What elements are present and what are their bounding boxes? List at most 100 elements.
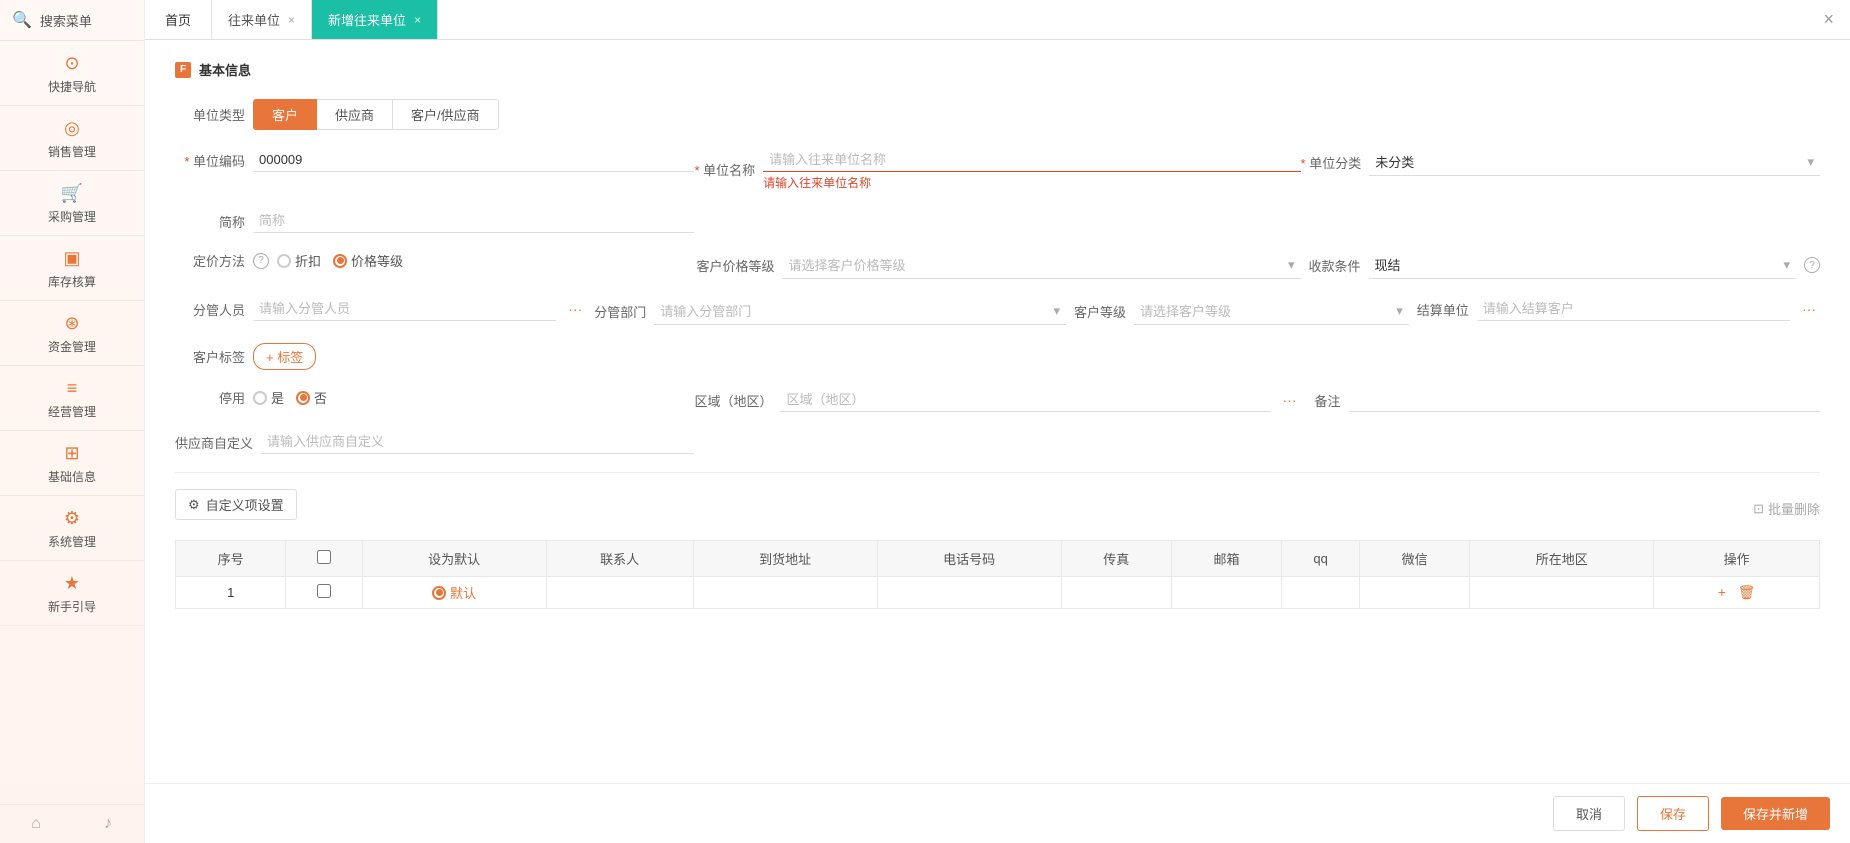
region-input[interactable]	[780, 388, 1270, 412]
th-fax: 传真	[1061, 541, 1171, 577]
save-button[interactable]: 保存	[1637, 796, 1709, 831]
tag-field: 客户标签 + 标签	[175, 343, 1820, 370]
short-name-input[interactable]	[253, 209, 694, 233]
sidebar-search[interactable]: 🔍 搜索菜单	[0, 0, 144, 41]
window-close-button[interactable]: ×	[1807, 9, 1850, 30]
radio-disable-no[interactable]: 否	[296, 388, 327, 407]
supplier-custom-label: 供应商自定义	[175, 433, 253, 452]
td-region	[1470, 577, 1654, 609]
sidebar-item-label: 采购管理	[48, 208, 96, 225]
dept-placeholder: 请输入分管部门	[660, 301, 751, 320]
radio-disable-yes-label: 是	[271, 388, 284, 407]
contacts-table: 序号 设为默认 联系人 到货地址 电话号码 传真 邮箱 qq 微信 所在地区 操…	[175, 540, 1820, 609]
section-title: F 基本信息	[175, 60, 1820, 79]
sidebar-bottom: ⌂ ♪	[0, 804, 144, 843]
td-contact	[546, 577, 693, 609]
type-btn-supplier[interactable]: 供应商	[317, 99, 393, 130]
add-tag-button[interactable]: + 标签	[253, 343, 316, 370]
radio-discount[interactable]: 折扣	[277, 251, 321, 270]
unit-name-input[interactable]	[763, 148, 1300, 172]
pricing-method-label: 定价方法	[175, 251, 245, 270]
sidebar-item-purchase[interactable]: 🛒 采购管理	[0, 171, 144, 236]
remark-label: 备注	[1301, 391, 1341, 410]
payment-condition-select[interactable]: 现结 ▾	[1369, 251, 1796, 279]
sidebar-item-inventory[interactable]: ▣ 库存核算	[0, 236, 144, 301]
customer-level-field: 客户等级 请选择客户等级 ▾	[1066, 297, 1409, 325]
pricing-help-icon[interactable]: ?	[253, 253, 269, 269]
customer-price-level-placeholder: 请选择客户价格等级	[788, 255, 905, 274]
radio-disable-yes[interactable]: 是	[253, 388, 284, 407]
sidebar-item-new-guide[interactable]: ★ 新手引导	[0, 561, 144, 626]
dept-select[interactable]: 请输入分管部门 ▾	[654, 297, 1066, 325]
main-area: 首页 往来单位 × 新增往来单位 × × F 基本信息 单位类型 客户 供应商	[145, 0, 1850, 843]
row-delete-btn[interactable]: 🗑	[1734, 584, 1760, 600]
th-qq: qq	[1282, 541, 1360, 577]
default-radio[interactable]: 默认	[369, 583, 540, 602]
table-select-all[interactable]	[317, 550, 331, 564]
sidebar-item-system[interactable]: ⚙ 系统管理	[0, 496, 144, 561]
payment-help-icon[interactable]: ?	[1804, 257, 1820, 273]
settlement-more-btn[interactable]: ···	[1798, 301, 1820, 317]
sidebar: 🔍 搜索菜单 ⊙ 快捷导航 ◎ 销售管理 🛒 采购管理 ▣ 库存核算 ⊛ 资金管…	[0, 0, 145, 843]
radio-price-level[interactable]: 价格等级	[333, 251, 403, 270]
sidebar-bottom-user[interactable]: ♪	[72, 805, 144, 843]
base-info-icon: ⊞	[64, 443, 79, 464]
manager-row: 分管人员 ··· 分管部门 请输入分管部门 ▾ 客户等级 请选择客户等级 ▾ 结…	[175, 297, 1820, 325]
sales-icon: ◎	[64, 118, 80, 139]
settlement-input[interactable]	[1477, 297, 1790, 321]
tab-partners-close[interactable]: ×	[288, 13, 295, 27]
customer-price-level-select[interactable]: 请选择客户价格等级 ▾	[782, 251, 1300, 279]
cancel-button[interactable]: 取消	[1553, 796, 1625, 831]
unit-code-input[interactable]	[253, 148, 694, 172]
tab-partners-label: 往来单位	[228, 10, 280, 29]
finance-icon: ⊛	[64, 313, 79, 334]
unit-type-label: 单位类型	[175, 105, 245, 124]
sidebar-item-operations[interactable]: ≡ 经营管理	[0, 366, 144, 431]
disable-row: 停用 是 否 区域（地区） ··· 备注	[175, 388, 1820, 412]
short-name-label: 简称	[175, 212, 245, 231]
td-qq	[1282, 577, 1360, 609]
unit-category-arrow: ▾	[1807, 154, 1814, 170]
sidebar-bottom-home[interactable]: ⌂	[0, 805, 72, 843]
sidebar-item-sales[interactable]: ◎ 销售管理	[0, 106, 144, 171]
region-more-btn[interactable]: ···	[1279, 392, 1301, 408]
sidebar-item-finance[interactable]: ⊛ 资金管理	[0, 301, 144, 366]
remark-field: 备注	[1301, 388, 1820, 412]
table-row: 1 默认	[176, 577, 1820, 609]
manager-input[interactable]	[253, 297, 556, 321]
type-buttons: 客户 供应商 客户/供应商	[253, 99, 499, 130]
td-address	[693, 577, 877, 609]
td-phone	[877, 577, 1061, 609]
gear-icon: ⚙	[188, 497, 200, 513]
sidebar-item-label: 经营管理	[48, 403, 96, 420]
unit-category-select[interactable]: 未分类 ▾	[1369, 148, 1820, 176]
payment-condition-label: 收款条件	[1301, 256, 1361, 275]
manager-more-btn[interactable]: ···	[564, 301, 586, 317]
settlement-field: 结算单位 ···	[1409, 297, 1820, 321]
th-contact: 联系人	[546, 541, 693, 577]
sidebar-item-base-info[interactable]: ⊞ 基础信息	[0, 431, 144, 496]
sidebar-item-quick-nav[interactable]: ⊙ 快捷导航	[0, 41, 144, 106]
tab-new-partner[interactable]: 新增往来单位 ×	[312, 0, 438, 39]
sidebar-item-label: 系统管理	[48, 533, 96, 550]
sidebar-item-label: 销售管理	[48, 143, 96, 160]
disable-radio-group: 是 否	[253, 388, 327, 407]
row-add-btn[interactable]: +	[1714, 584, 1730, 600]
pricing-radio-group: 折扣 价格等级	[277, 251, 403, 270]
custom-settings-button[interactable]: ⚙ 自定义项设置	[175, 489, 297, 520]
tab-new-partner-close[interactable]: ×	[414, 13, 421, 27]
remark-input[interactable]	[1349, 388, 1820, 412]
th-no: 序号	[176, 541, 286, 577]
td-actions: + 🗑	[1654, 577, 1820, 609]
radio-price-level-circle	[333, 254, 347, 268]
batch-delete-button[interactable]: ⊡ 批量删除	[1753, 499, 1820, 518]
type-btn-both[interactable]: 客户/供应商	[393, 99, 499, 130]
tab-partners[interactable]: 往来单位 ×	[212, 0, 312, 39]
tab-home[interactable]: 首页	[145, 0, 212, 39]
row-checkbox[interactable]	[317, 584, 331, 598]
save-new-button[interactable]: 保存并新增	[1721, 797, 1830, 830]
supplier-custom-input[interactable]	[261, 430, 694, 454]
type-btn-customer[interactable]: 客户	[253, 99, 317, 130]
operations-icon: ≡	[67, 378, 78, 399]
customer-level-select[interactable]: 请选择客户等级 ▾	[1134, 297, 1409, 325]
